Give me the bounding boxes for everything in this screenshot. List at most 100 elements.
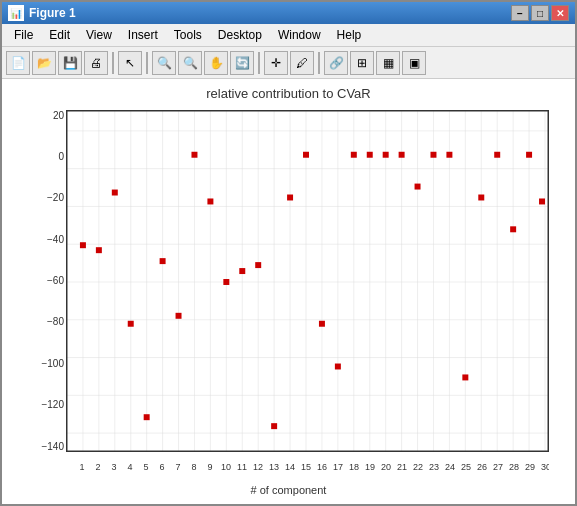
maximize-button[interactable]: □ [531,5,549,21]
data-point-5 [144,414,150,420]
data-point-7 [176,312,182,318]
chart-plot-area [66,110,549,452]
toolbar: 📄 📂 💾 🖨 ↖ 🔍 🔍 ✋ 🔄 ✛ 🖊 🔗 ⊞ ▦ ▣ [2,47,575,79]
colorbar-button[interactable]: ▦ [376,51,400,75]
data-point-15 [303,151,309,157]
close-button[interactable]: ✕ [551,5,569,21]
chart-container: relative contribution to CVaR relative c… [16,82,561,502]
svg-text:24: 24 [445,462,455,472]
menu-item-view[interactable]: View [78,26,120,44]
link-button[interactable]: 🔗 [324,51,348,75]
window-title: Figure 1 [29,6,76,20]
data-point-14 [287,194,293,200]
data-point-20 [383,151,389,157]
data-point-2 [96,247,102,253]
data-point-10 [223,279,229,285]
open-button[interactable]: 📂 [32,51,56,75]
app-icon: 📊 [8,5,24,21]
svg-text:7: 7 [175,462,180,472]
menu-item-file[interactable]: File [6,26,41,44]
svg-text:3: 3 [111,462,116,472]
save-button[interactable]: 💾 [58,51,82,75]
data-point-4 [128,320,134,326]
svg-text:29: 29 [525,462,535,472]
data-point-8 [191,151,197,157]
y-tick--120: −120 [26,399,64,410]
data-point-12 [255,262,261,268]
rotate-button[interactable]: 🔄 [230,51,254,75]
svg-text:18: 18 [349,462,359,472]
menu-item-edit[interactable]: Edit [41,26,78,44]
menu-item-desktop[interactable]: Desktop [210,26,270,44]
x-axis-label: # of component [251,484,327,496]
brush-button[interactable]: 🖊 [290,51,314,75]
svg-text:26: 26 [477,462,487,472]
grid-button[interactable]: ⊞ [350,51,374,75]
data-point-9 [207,198,213,204]
svg-text:12: 12 [253,462,263,472]
svg-text:1: 1 [79,462,84,472]
window-controls: − □ ✕ [511,5,569,21]
menu-item-tools[interactable]: Tools [166,26,210,44]
data-point-13 [271,423,277,429]
svg-text:30: 30 [541,462,549,472]
svg-text:20: 20 [381,462,391,472]
chart-title: relative contribution to CVaR [16,82,561,103]
data-point-26 [478,194,484,200]
data-point-16 [319,320,325,326]
svg-text:23: 23 [429,462,439,472]
zoom-out-button[interactable]: 🔍 [178,51,202,75]
y-tick--140: −140 [26,441,64,452]
y-tick--60: −60 [26,275,64,286]
svg-text:6: 6 [159,462,164,472]
title-bar: 📊 Figure 1 − □ ✕ [2,2,575,24]
data-point-17 [335,363,341,369]
svg-text:11: 11 [237,462,247,472]
minimize-button[interactable]: − [511,5,529,21]
data-point-19 [367,151,373,157]
svg-text:15: 15 [301,462,311,472]
main-window: 📊 Figure 1 − □ ✕ FileEditViewInsertTools… [0,0,577,506]
data-point-22 [415,183,421,189]
y-tick--100: −100 [26,358,64,369]
zoom-in-button[interactable]: 🔍 [152,51,176,75]
figure-area: relative contribution to CVaR relative c… [2,79,575,504]
data-point-25 [462,374,468,380]
data-point-28 [510,226,516,232]
y-tick--40: −40 [26,234,64,245]
y-tick-labels: 20 0 −20 −40 −60 −80 −100 −120 −140 [26,110,64,452]
x-tick-container: 1 2 3 4 5 6 7 8 9 10 11 12 13 14 15 16 1 [66,458,549,474]
data-cursor[interactable]: ✛ [264,51,288,75]
pan-button[interactable]: ✋ [204,51,228,75]
separator-1 [112,52,114,74]
menu-item-insert[interactable]: Insert [120,26,166,44]
svg-text:8: 8 [191,462,196,472]
data-point-11 [239,268,245,274]
y-tick--80: −80 [26,316,64,327]
data-point-29 [526,151,532,157]
legend-button[interactable]: ▣ [402,51,426,75]
svg-text:10: 10 [221,462,231,472]
svg-text:25: 25 [461,462,471,472]
data-point-3 [112,189,118,195]
data-point-1 [80,242,86,248]
y-tick-0: 0 [26,151,64,162]
new-button[interactable]: 📄 [6,51,30,75]
data-point-21 [399,151,405,157]
svg-text:22: 22 [413,462,423,472]
svg-text:28: 28 [509,462,519,472]
y-tick--20: −20 [26,192,64,203]
svg-text:2: 2 [95,462,100,472]
data-point-18 [351,151,357,157]
menu-item-help[interactable]: Help [329,26,370,44]
data-point-6 [160,258,166,264]
svg-text:16: 16 [317,462,327,472]
svg-text:9: 9 [207,462,212,472]
svg-text:13: 13 [269,462,279,472]
title-bar-left: 📊 Figure 1 [8,5,76,21]
y-tick-20: 20 [26,110,64,121]
menu-item-window[interactable]: Window [270,26,329,44]
select-button[interactable]: ↖ [118,51,142,75]
svg-text:4: 4 [127,462,132,472]
print-button[interactable]: 🖨 [84,51,108,75]
